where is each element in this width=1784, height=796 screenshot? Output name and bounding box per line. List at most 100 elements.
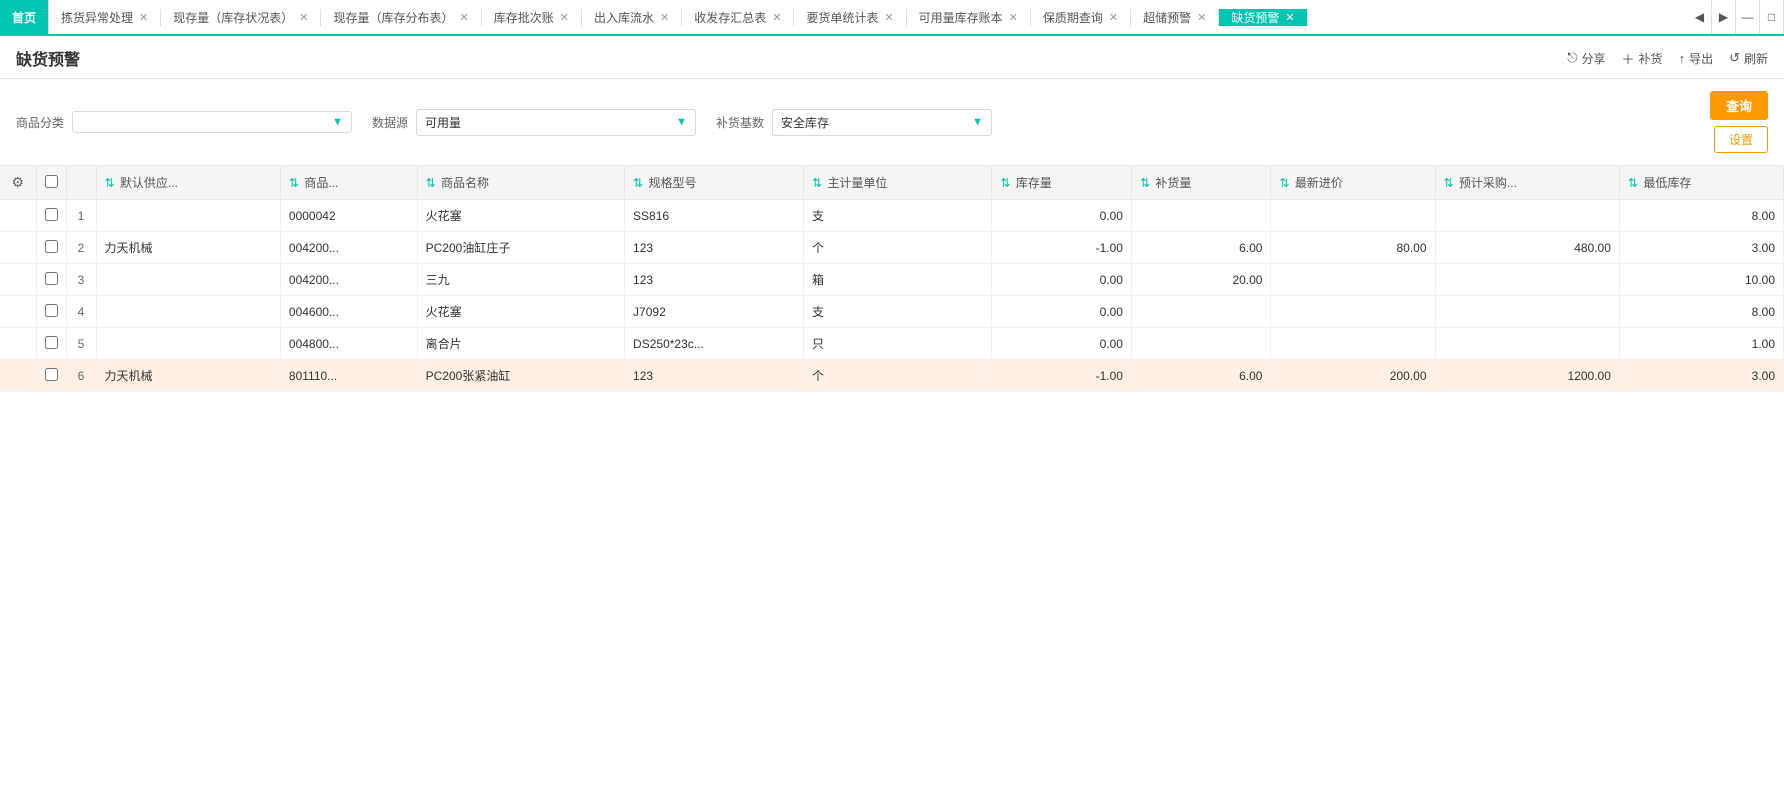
replenish-base-label: 补货基数 xyxy=(716,114,764,131)
tab-close-icon[interactable]: ✕ xyxy=(772,11,781,24)
export-label: 导出 xyxy=(1689,50,1713,67)
col-replenish-qty-header[interactable]: ⇅ 补货量 xyxy=(1131,166,1271,200)
row-num-cell: 4 xyxy=(66,296,96,328)
tab-close-icon[interactable]: ✕ xyxy=(1197,11,1206,24)
refresh-button[interactable]: ↺ 刷新 xyxy=(1729,50,1768,67)
replenish-button[interactable]: ＋ 补货 xyxy=(1622,49,1663,68)
col-min-stock-header[interactable]: ⇅ 最低库存 xyxy=(1619,166,1783,200)
row-checkbox-cell[interactable] xyxy=(36,360,66,392)
refresh-icon: ↺ xyxy=(1729,50,1740,66)
page-title: 缺货预警 xyxy=(16,46,80,70)
tab-nav-prev[interactable]: ◀ xyxy=(1688,0,1712,34)
row-checkbox[interactable] xyxy=(45,336,58,349)
table-row: 4 004600... 火花塞 J7092 支 0.00 8.00 xyxy=(0,296,1784,328)
table-row: 6 力天机械 801110... PC200张紧油缸 123 个 -1.00 6… xyxy=(0,360,1784,392)
tab-flow[interactable]: 出入库流水✕ xyxy=(582,9,682,26)
row-unit-cell: 支 xyxy=(803,200,991,232)
category-label: 商品分类 xyxy=(16,114,64,131)
row-checkbox[interactable] xyxy=(45,272,58,285)
query-button[interactable]: 查询 xyxy=(1710,91,1768,120)
tab-stock-status[interactable]: 现存量（库存状况表）✕ xyxy=(161,9,321,26)
col-settings[interactable]: ⚙ xyxy=(0,166,36,200)
tab-close-icon[interactable]: ✕ xyxy=(460,11,469,24)
row-num-cell: 3 xyxy=(66,264,96,296)
replenish-qty-sort-icon: ⇅ xyxy=(1140,176,1150,190)
col-latest-price-header[interactable]: ⇅ 最新进价 xyxy=(1271,166,1435,200)
tab-close-icon[interactable]: ✕ xyxy=(660,11,669,24)
tab-close-icon[interactable]: ✕ xyxy=(884,11,893,24)
tab-avail-ledger[interactable]: 可用量库存账本 ✕ xyxy=(907,9,1031,26)
row-supplier-cell: 力天机械 xyxy=(96,232,280,264)
tab-label: 可用量库存账本 xyxy=(919,9,1003,26)
tab-shortage[interactable]: 缺货预警✕ xyxy=(1219,9,1307,26)
tab-close-icon[interactable]: ✕ xyxy=(1109,11,1118,24)
tab-close-icon[interactable]: ✕ xyxy=(560,11,569,24)
share-button[interactable]: ⎋ 分享 xyxy=(1567,50,1605,67)
select-all-checkbox[interactable] xyxy=(45,175,58,188)
row-checkbox-cell[interactable] xyxy=(36,200,66,232)
tab-stock-dist[interactable]: 现存量（库存分布表）✕ xyxy=(321,9,481,26)
replenish-base-chevron-icon: ▼ xyxy=(972,116,983,128)
row-checkbox-cell[interactable] xyxy=(36,328,66,360)
row-checkbox-cell[interactable] xyxy=(36,232,66,264)
row-est-purchase-cell xyxy=(1435,200,1619,232)
tab-nav-maximize[interactable]: □ xyxy=(1760,0,1784,34)
tab-exception[interactable]: 拣货异常处理✕ xyxy=(49,9,161,26)
replenish-base-select[interactable]: 安全库存 ▼ xyxy=(772,109,992,136)
col-supplier-header[interactable]: ⇅ 默认供应... xyxy=(96,166,280,200)
col-spec-header[interactable]: ⇅ 规格型号 xyxy=(625,166,804,200)
tab-close-icon[interactable]: ✕ xyxy=(299,11,308,24)
tab-close-icon[interactable]: ✕ xyxy=(1009,11,1018,24)
col-replenish-qty-label: 补货量 xyxy=(1155,176,1191,190)
tab-close-icon[interactable]: ✕ xyxy=(139,11,148,24)
row-stock-qty-cell: 0.00 xyxy=(992,296,1132,328)
refresh-label: 刷新 xyxy=(1744,50,1768,67)
row-replenish-qty-cell xyxy=(1131,296,1271,328)
table-container: ⚙ ⇅ 默认供应... ⇅ 商品... ⇅ xyxy=(0,165,1784,408)
row-product-name-cell: PC200油缸庄子 xyxy=(417,232,624,264)
supplier-sort-icon: ⇅ xyxy=(105,176,115,190)
col-product-name-header[interactable]: ⇅ 商品名称 xyxy=(417,166,624,200)
row-stock-qty-cell: 0.00 xyxy=(992,264,1132,296)
col-checkbox-header[interactable] xyxy=(36,166,66,200)
tab-nav-next[interactable]: ▶ xyxy=(1712,0,1736,34)
tab-home[interactable]: 首页 xyxy=(0,0,49,34)
tab-close-icon[interactable]: ✕ xyxy=(1285,11,1294,24)
datasource-value: 可用量 xyxy=(425,114,461,131)
row-checkbox[interactable] xyxy=(45,208,58,221)
tab-nav-minimize[interactable]: — xyxy=(1736,0,1760,34)
tab-overstock[interactable]: 超储预警✕ xyxy=(1131,9,1219,26)
col-stock-qty-label: 库存量 xyxy=(1016,176,1052,190)
row-supplier-cell xyxy=(96,200,280,232)
tab-receipt[interactable]: 收发存汇总表✕ xyxy=(682,9,794,26)
datasource-select[interactable]: 可用量 ▼ xyxy=(416,109,696,136)
row-est-purchase-cell: 480.00 xyxy=(1435,232,1619,264)
category-filter-group: 商品分类 ▼ xyxy=(16,111,352,133)
row-checkbox-cell[interactable] xyxy=(36,264,66,296)
export-button[interactable]: ↑ 导出 xyxy=(1679,50,1714,67)
tab-batch-account[interactable]: 库存批次账✕ xyxy=(482,9,582,26)
row-checkbox-cell[interactable] xyxy=(36,296,66,328)
col-unit-header[interactable]: ⇅ 主计量单位 xyxy=(803,166,991,200)
row-stock-qty-cell: 0.00 xyxy=(992,328,1132,360)
row-checkbox[interactable] xyxy=(45,368,58,381)
tab-order-stat[interactable]: 要货单统计表✕ xyxy=(794,9,906,26)
tab-expiry[interactable]: 保质期查询✕ xyxy=(1031,9,1131,26)
gear-icon[interactable]: ⚙ xyxy=(11,174,24,190)
col-est-purchase-header[interactable]: ⇅ 预计采购... xyxy=(1435,166,1619,200)
table-row: 3 004200... 三九 123 箱 0.00 20.00 10.00 xyxy=(0,264,1784,296)
row-unit-cell: 支 xyxy=(803,296,991,328)
row-checkbox[interactable] xyxy=(45,304,58,317)
row-checkbox[interactable] xyxy=(45,240,58,253)
row-replenish-qty-cell xyxy=(1131,328,1271,360)
settings-button[interactable]: 设置 xyxy=(1714,126,1768,153)
row-latest-price-cell: 80.00 xyxy=(1271,232,1435,264)
stock-qty-sort-icon: ⇅ xyxy=(1000,176,1010,190)
datasource-label: 数据源 xyxy=(372,114,408,131)
row-product-code-cell: 004200... xyxy=(280,264,417,296)
data-table: ⚙ ⇅ 默认供应... ⇅ 商品... ⇅ xyxy=(0,165,1784,392)
row-unit-cell: 箱 xyxy=(803,264,991,296)
col-product-code-header[interactable]: ⇅ 商品... xyxy=(280,166,417,200)
category-select[interactable]: ▼ xyxy=(72,111,352,133)
col-stock-qty-header[interactable]: ⇅ 库存量 xyxy=(992,166,1132,200)
